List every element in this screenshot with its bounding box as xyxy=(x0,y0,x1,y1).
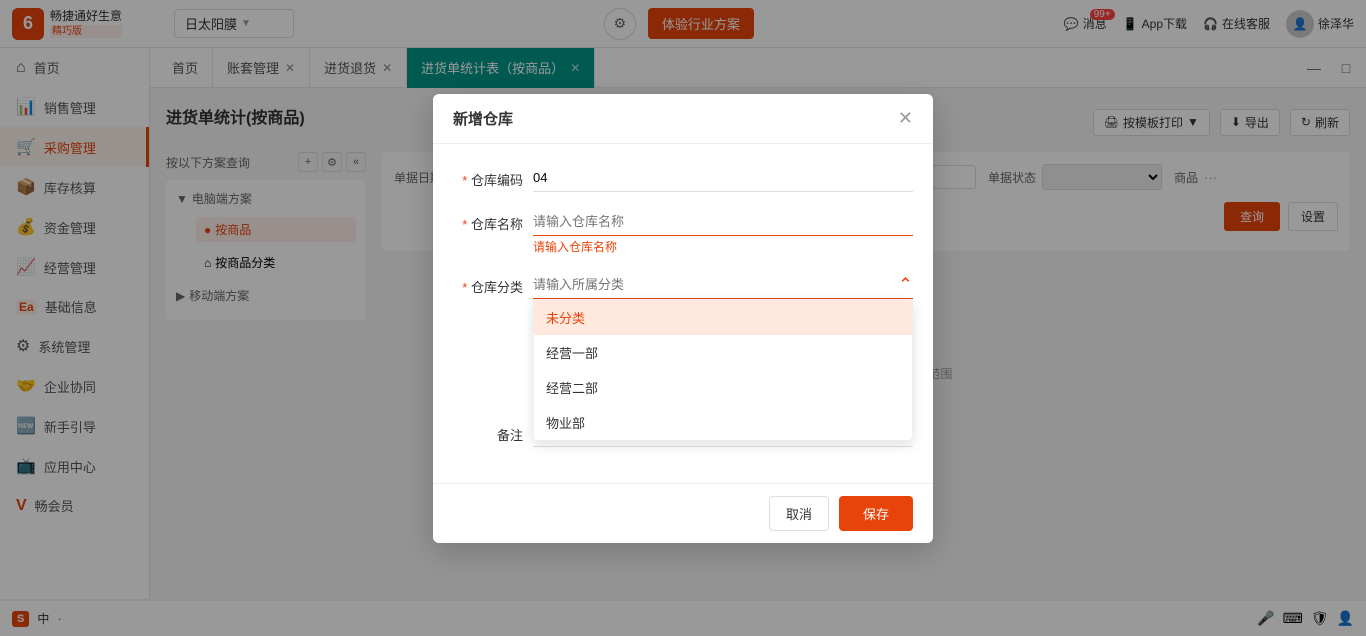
dropdown-item-property[interactable]: 物业部 xyxy=(534,405,912,440)
warehouse-code-label: * 仓库编码 xyxy=(453,164,533,189)
remark-label: 备注 xyxy=(453,419,533,444)
warehouse-type-wrap: ⌃ 未分类 经营一部 经营二部 物业部 xyxy=(533,271,913,299)
warehouse-name-input[interactable] xyxy=(533,208,913,236)
warehouse-name-error: 请输入仓库名称 xyxy=(533,238,913,255)
dropdown-item-dept1[interactable]: 经营一部 xyxy=(534,335,912,370)
warehouse-code-input[interactable] xyxy=(533,164,913,192)
warehouse-type-dropdown: 未分类 经营一部 经营二部 物业部 xyxy=(533,299,913,441)
cancel-button[interactable]: 取消 xyxy=(769,496,829,531)
dropdown-item-unclassified[interactable]: 未分类 xyxy=(534,300,912,335)
warehouse-name-label: * 仓库名称 xyxy=(453,208,533,233)
dropdown-item-dept2[interactable]: 经营二部 xyxy=(534,370,912,405)
warehouse-code-row: * 仓库编码 xyxy=(453,164,913,192)
add-warehouse-modal: 新增仓库 ✕ * 仓库编码 * 仓库名称 xyxy=(433,94,933,543)
modal-title: 新增仓库 xyxy=(453,108,513,129)
modal-overlay: 新增仓库 ✕ * 仓库编码 * 仓库名称 xyxy=(0,0,1366,636)
warehouse-name-wrap: 请输入仓库名称 xyxy=(533,208,913,255)
modal-header: 新增仓库 ✕ xyxy=(433,94,933,144)
modal-body: * 仓库编码 * 仓库名称 请输入仓库名称 xyxy=(433,144,933,483)
warehouse-code-wrap xyxy=(533,164,913,192)
warehouse-type-row: * 仓库分类 ⌃ 未分类 经营一部 经营二部 物业部 xyxy=(453,271,913,299)
chevron-up-icon[interactable]: ⌃ xyxy=(898,274,913,295)
warehouse-type-input[interactable] xyxy=(533,271,913,299)
warehouse-type-label: * 仓库分类 xyxy=(453,271,533,296)
modal-footer: 取消 保存 xyxy=(433,483,933,543)
save-button[interactable]: 保存 xyxy=(839,496,913,531)
warehouse-name-row: * 仓库名称 请输入仓库名称 xyxy=(453,208,913,255)
modal-close-button[interactable]: ✕ xyxy=(898,108,913,129)
